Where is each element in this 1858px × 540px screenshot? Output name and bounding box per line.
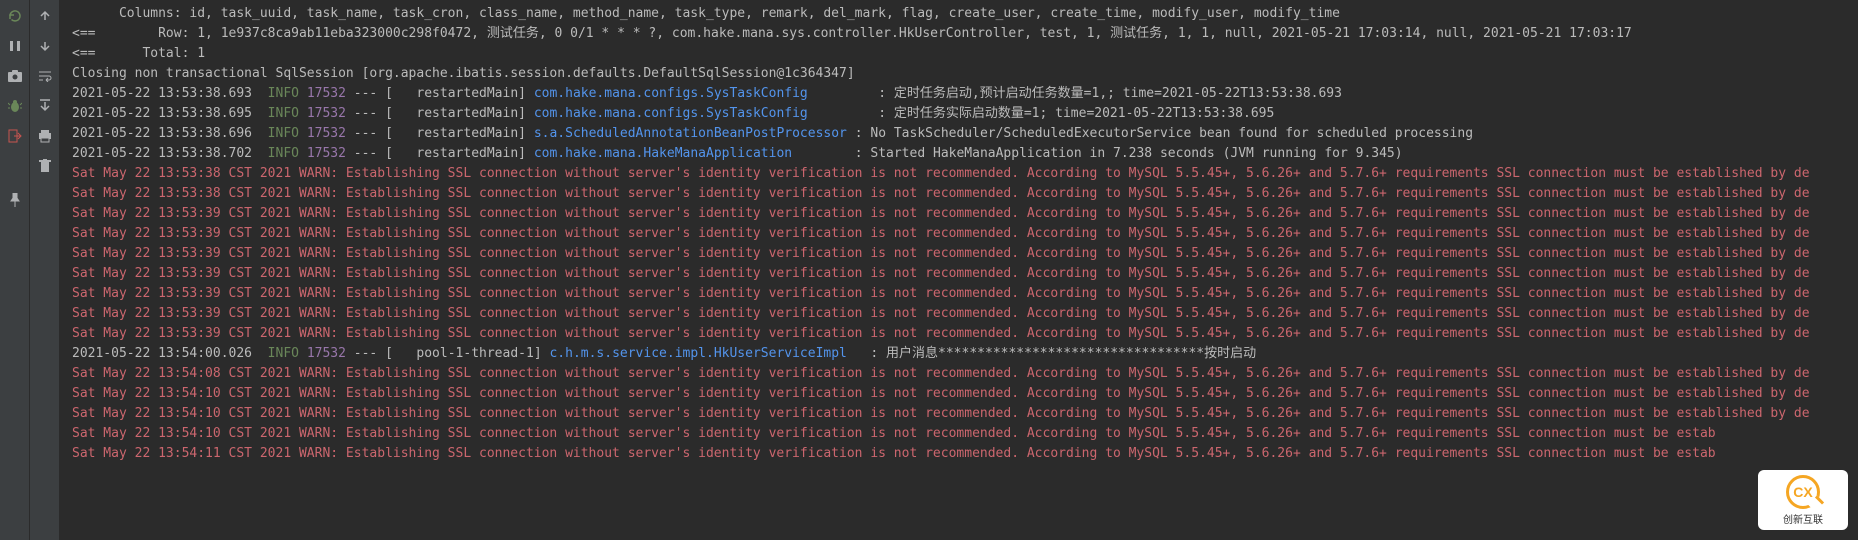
console-line: 2021-05-22 13:54:00.026 INFO 17532 --- [… (72, 344, 1858, 364)
console-line: <== Row: 1, 1e937c8ca9ab11eba323000c298f… (72, 24, 1858, 44)
console-line: <== Total: 1 (72, 44, 1858, 64)
bug-icon[interactable] (7, 98, 23, 114)
console-line: Sat May 22 13:54:10 CST 2021 WARN: Estab… (72, 424, 1858, 444)
console-line: Sat May 22 13:53:39 CST 2021 WARN: Estab… (72, 264, 1858, 284)
console-line: Sat May 22 13:53:39 CST 2021 WARN: Estab… (72, 324, 1858, 344)
console-toolbar (30, 0, 60, 540)
console-line: Sat May 22 13:53:39 CST 2021 WARN: Estab… (72, 244, 1858, 264)
console-line: Sat May 22 13:53:38 CST 2021 WARN: Estab… (72, 184, 1858, 204)
console-line: Columns: id, task_uuid, task_name, task_… (72, 4, 1858, 24)
console-line: 2021-05-22 13:53:38.696 INFO 17532 --- [… (72, 124, 1858, 144)
console-line: 2021-05-22 13:53:38.693 INFO 17532 --- [… (72, 84, 1858, 104)
console-line: Sat May 22 13:53:39 CST 2021 WARN: Estab… (72, 284, 1858, 304)
watermark-text: 创新互联 (1783, 511, 1823, 526)
console-line: Sat May 22 13:54:10 CST 2021 WARN: Estab… (72, 404, 1858, 424)
console-output[interactable]: Columns: id, task_uuid, task_name, task_… (60, 0, 1858, 540)
trash-icon[interactable] (37, 158, 53, 174)
console-line: 2021-05-22 13:53:38.695 INFO 17532 --- [… (72, 104, 1858, 124)
print-icon[interactable] (37, 128, 53, 144)
run-toolbar (0, 0, 30, 540)
console-line: Sat May 22 13:53:39 CST 2021 WARN: Estab… (72, 204, 1858, 224)
watermark-logo: CX 创新互联 (1758, 470, 1848, 530)
rerun-icon[interactable] (7, 8, 23, 24)
wrap-icon[interactable] (37, 68, 53, 84)
console-line: Closing non transactional SqlSession [or… (72, 64, 1858, 84)
pin-icon[interactable] (7, 192, 23, 208)
up-arrow-icon[interactable] (37, 8, 53, 24)
down-arrow-icon[interactable] (37, 38, 53, 54)
console-line: Sat May 22 13:54:11 CST 2021 WARN: Estab… (72, 444, 1858, 464)
console-line: Sat May 22 13:54:10 CST 2021 WARN: Estab… (72, 384, 1858, 404)
console-line: Sat May 22 13:53:38 CST 2021 WARN: Estab… (72, 164, 1858, 184)
console-line: Sat May 22 13:54:08 CST 2021 WARN: Estab… (72, 364, 1858, 384)
console-line: Sat May 22 13:53:39 CST 2021 WARN: Estab… (72, 304, 1858, 324)
exit-icon[interactable] (7, 128, 23, 144)
console-line: Sat May 22 13:53:39 CST 2021 WARN: Estab… (72, 224, 1858, 244)
console-line: 2021-05-22 13:53:38.702 INFO 17532 --- [… (72, 144, 1858, 164)
camera-icon[interactable] (7, 68, 23, 84)
scroll-end-icon[interactable] (37, 98, 53, 114)
pause-icon[interactable] (7, 38, 23, 54)
